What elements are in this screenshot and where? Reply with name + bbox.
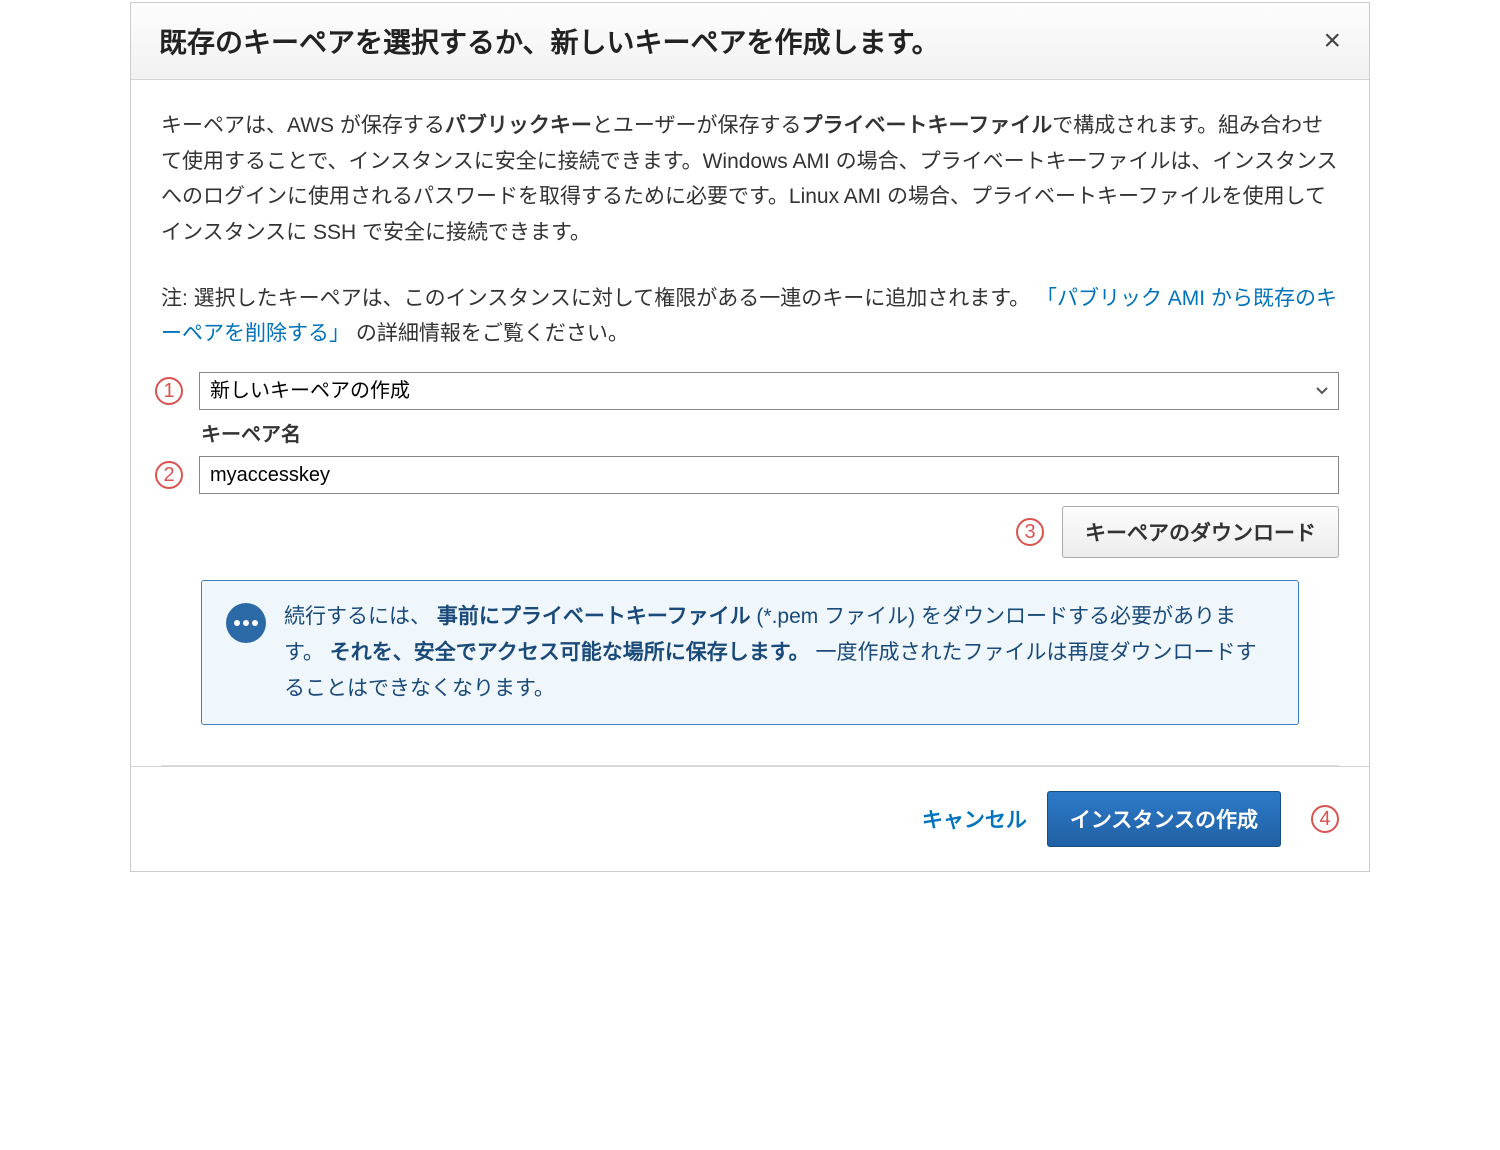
info-box: 続行するには、 事前にプライベートキーファイル (*.pem ファイル) をダウ… (201, 580, 1299, 725)
keypair-action-select[interactable]: 新しいキーペアの作成 (199, 372, 1339, 410)
info-text: 続行するには、 事前にプライベートキーファイル (*.pem ファイル) をダウ… (284, 599, 1274, 706)
annotation-3: 3 (1016, 518, 1044, 546)
name-row: 2 (161, 456, 1339, 494)
cancel-button[interactable]: キャンセル (922, 804, 1027, 834)
desc-bold-1: パブリックキー (445, 114, 592, 137)
launch-instance-button[interactable]: インスタンスの作成 (1047, 791, 1281, 847)
note-suffix: の詳細情報をご覧ください。 (356, 322, 629, 345)
keypair-name-input[interactable] (199, 456, 1339, 494)
select-row: 1 新しいキーペアの作成 (161, 372, 1339, 410)
info-bold2: それを、安全でアクセス可能な場所に保存します。 (330, 641, 810, 664)
download-row: 3 キーペアのダウンロード (161, 506, 1339, 558)
dialog-body: キーペアは、AWS が保存するパブリックキーとユーザーが保存するプライベートキー… (131, 80, 1369, 765)
close-icon: × (1323, 24, 1341, 57)
close-button[interactable]: × (1323, 26, 1341, 56)
dialog-header: 既存のキーペアを選択するか、新しいキーペアを作成します。 × (131, 3, 1369, 80)
desc-text-2: とユーザーが保存する (592, 114, 802, 137)
dialog-footer: キャンセル インスタンスの作成 4 (131, 766, 1369, 871)
dialog-title: 既存のキーペアを選択するか、新しいキーペアを作成します。 (159, 21, 940, 61)
info-icon (226, 603, 266, 643)
info-bold1: 事前にプライベートキーファイル (437, 605, 751, 628)
note-prefix: 注: 選択したキーペアは、このインスタンスに対して権限がある一連のキーに追加され… (161, 287, 1030, 310)
annotation-4: 4 (1311, 805, 1339, 833)
info-part1: 続行するには、 (284, 605, 431, 628)
desc-text-1: キーペアは、AWS が保存する (161, 114, 445, 137)
description-paragraph: キーペアは、AWS が保存するパブリックキーとユーザーが保存するプライベートキー… (161, 108, 1339, 251)
annotation-1: 1 (155, 377, 183, 405)
note-paragraph: 注: 選択したキーペアは、このインスタンスに対して権限がある一連のキーに追加され… (161, 281, 1339, 352)
annotation-2: 2 (155, 461, 183, 489)
keypair-name-label: キーペア名 (201, 418, 1339, 452)
keypair-dialog: 既存のキーペアを選択するか、新しいキーペアを作成します。 × キーペアは、AWS… (130, 2, 1370, 872)
download-keypair-button[interactable]: キーペアのダウンロード (1062, 506, 1339, 558)
desc-bold-2: プライベートキーファイル (801, 114, 1052, 137)
